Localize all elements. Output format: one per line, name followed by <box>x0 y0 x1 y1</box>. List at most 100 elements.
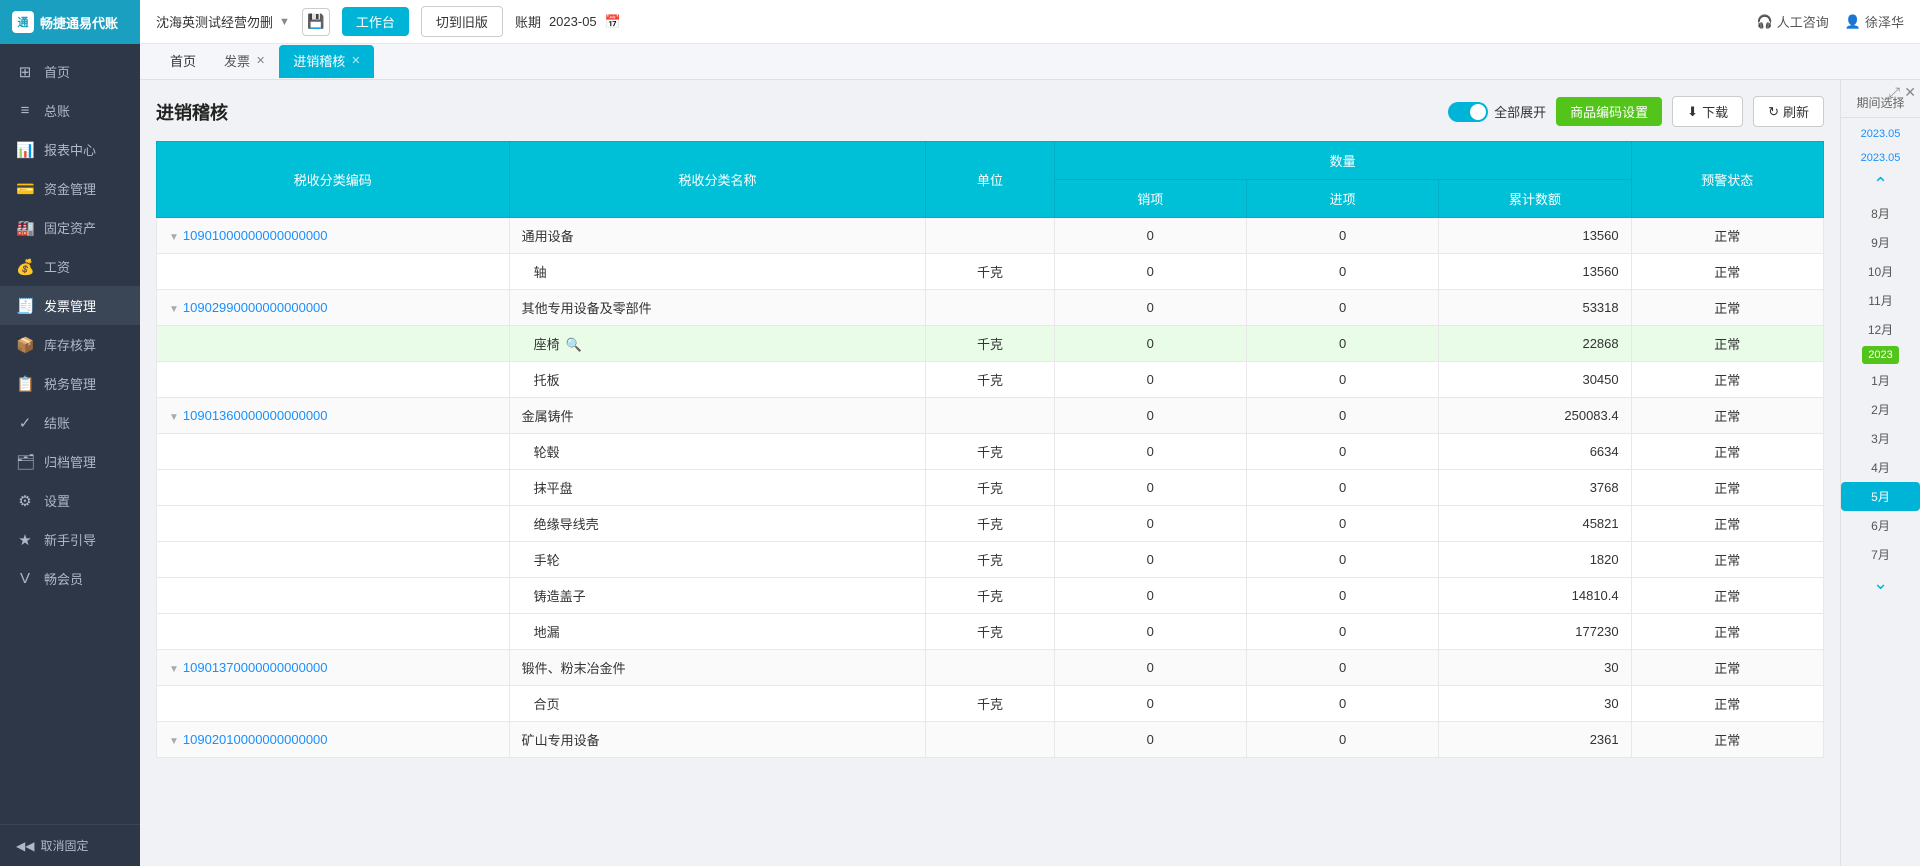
period-4[interactable]: 4月 <box>1841 453 1920 482</box>
sidebar-item-payroll[interactable]: 💰 工资 <box>0 247 140 286</box>
cell-cumulative: 30450 <box>1439 362 1631 398</box>
cell-unit: 千克 <box>926 470 1054 506</box>
tab-invoices-close[interactable]: ✕ <box>256 54 265 67</box>
sidebar-item-assets[interactable]: 🏭 固定资产 <box>0 208 140 247</box>
switch-version-button[interactable]: 切到旧版 <box>421 6 503 37</box>
period-9[interactable]: 9月 <box>1841 228 1920 257</box>
tab-home[interactable]: 首页 <box>156 45 210 78</box>
expand-icon[interactable]: ▼ <box>169 736 179 747</box>
cell-sales: 0 <box>1054 398 1246 434</box>
cell-sales: 0 <box>1054 326 1246 362</box>
sidebar-item-funds[interactable]: 💳 资金管理 <box>0 169 140 208</box>
cell-name: 其他专用设备及零部件 <box>509 290 926 326</box>
period-2[interactable]: 2月 <box>1841 395 1920 424</box>
toggle-knob[interactable] <box>1448 102 1488 122</box>
sidebar-item-reports[interactable]: 📊 报表中心 <box>0 130 140 169</box>
cell-unit: 千克 <box>926 506 1054 542</box>
period-3[interactable]: 3月 <box>1841 424 1920 453</box>
expand-icon[interactable]: ▼ <box>169 304 179 315</box>
table-row: ▼10902010000000000000 矿山专用设备 0 0 2361 正常 <box>157 722 1824 758</box>
period-10[interactable]: 10月 <box>1841 257 1920 286</box>
period-6[interactable]: 6月 <box>1841 511 1920 540</box>
period-8[interactable]: 8月 <box>1841 199 1920 228</box>
col-header-tax-code: 税收分类编码 <box>157 142 510 218</box>
calendar-icon[interactable]: 📅 <box>605 14 621 30</box>
cell-status: 正常 <box>1631 542 1823 578</box>
table-row: 轴 千克 0 0 13560 正常 <box>157 254 1824 290</box>
period-up-arrow[interactable]: ⌃ <box>1841 170 1920 199</box>
cell-unit: 千克 <box>926 254 1054 290</box>
cell-status: 正常 <box>1631 506 1823 542</box>
cell-sales: 0 <box>1054 254 1246 290</box>
expand-icon[interactable]: ▼ <box>169 664 179 675</box>
cell-purchase: 0 <box>1246 614 1438 650</box>
close-panel-button[interactable]: ✕ <box>1904 84 1916 101</box>
period-down-arrow[interactable]: ⌄ <box>1841 569 1920 598</box>
cell-code: ▼10901000000000000000 <box>157 218 510 254</box>
cell-purchase: 0 <box>1246 578 1438 614</box>
period-1[interactable]: 1月 <box>1841 366 1920 395</box>
cell-code <box>157 578 510 614</box>
sidebar-item-settlement[interactable]: ✓ 结账 <box>0 403 140 442</box>
sidebar-item-home[interactable]: ⊞ 首页 <box>0 52 140 91</box>
cell-status: 正常 <box>1631 218 1823 254</box>
expand-icon[interactable]: ▼ <box>169 232 179 243</box>
sidebar-item-ledger[interactable]: ≡ 总账 <box>0 91 140 130</box>
cell-sales: 0 <box>1054 614 1246 650</box>
cell-name: 矿山专用设备 <box>509 722 926 758</box>
sidebar-item-member[interactable]: V 畅会员 <box>0 559 140 598</box>
search-icon[interactable]: 🔍 <box>566 337 582 352</box>
expand-all-toggle[interactable]: 全部展开 <box>1448 102 1546 122</box>
tab-reconcile-close[interactable]: ✕ <box>351 54 360 67</box>
sidebar-label-funds: 资金管理 <box>44 179 96 198</box>
cell-purchase: 0 <box>1246 218 1438 254</box>
user-profile-button[interactable]: 👤 徐泽华 <box>1845 12 1904 31</box>
cell-status: 正常 <box>1631 686 1823 722</box>
sidebar-item-invoices[interactable]: 🧾 发票管理 <box>0 286 140 325</box>
col-header-unit: 单位 <box>926 142 1054 218</box>
cell-unit: 千克 <box>926 614 1054 650</box>
tab-reconcile[interactable]: 进销稽核 ✕ <box>279 45 374 78</box>
cell-purchase: 0 <box>1246 254 1438 290</box>
sidebar-label-archive: 归档管理 <box>44 452 96 471</box>
expand-panel-button[interactable]: ⤢ <box>1889 84 1900 101</box>
right-panel: ✕ ⤢ 期间选择 2023.05 2023.05 ⌃ 8月 9月 10月 11月… <box>1840 80 1920 866</box>
sidebar-item-settings[interactable]: ⚙ 设置 <box>0 481 140 520</box>
period-7[interactable]: 7月 <box>1841 540 1920 569</box>
company-selector[interactable]: 沈海英测试经营勿删 ▼ <box>156 12 290 31</box>
sidebar-item-guide[interactable]: ★ 新手引导 <box>0 520 140 559</box>
table-row: 手轮 千克 0 0 1820 正常 <box>157 542 1824 578</box>
cell-unit: 千克 <box>926 434 1054 470</box>
cell-code <box>157 506 510 542</box>
sidebar: 通 畅捷通易代账 ⊞ 首页 ≡ 总账 📊 报表中心 💳 资金管理 🏭 固定资产 … <box>0 0 140 866</box>
cell-unit: 千克 <box>926 686 1054 722</box>
sidebar-item-archive[interactable]: 🗂 归档管理 <box>0 442 140 481</box>
period-5[interactable]: 5月 <box>1841 482 1920 511</box>
customer-service-button[interactable]: 🎧 人工咨询 <box>1757 12 1829 31</box>
save-button[interactable]: 💾 <box>302 8 330 36</box>
tab-invoices-label: 发票 <box>224 51 250 70</box>
table-row: ▼10902990000000000000 其他专用设备及零部件 0 0 533… <box>157 290 1824 326</box>
sidebar-item-inventory[interactable]: 📦 库存核算 <box>0 325 140 364</box>
sidebar-label-tax: 税务管理 <box>44 374 96 393</box>
period-item-2023-05-top[interactable]: 2023.05 <box>1841 122 1920 146</box>
cell-cumulative: 13560 <box>1439 218 1631 254</box>
workbench-button[interactable]: 工作台 <box>342 7 409 36</box>
tab-invoices[interactable]: 发票 ✕ <box>210 45 279 78</box>
period-12[interactable]: 12月 <box>1841 315 1920 344</box>
cell-purchase: 0 <box>1246 434 1438 470</box>
tab-home-label: 首页 <box>170 51 196 70</box>
cell-code: ▼10902010000000000000 <box>157 722 510 758</box>
period-11[interactable]: 11月 <box>1841 286 1920 315</box>
headset-icon: 🎧 <box>1757 14 1773 30</box>
refresh-button[interactable]: ↻ 刷新 <box>1753 96 1824 127</box>
expand-icon[interactable]: ▼ <box>169 412 179 423</box>
download-button[interactable]: ⬇ 下载 <box>1672 96 1743 127</box>
cell-purchase: 0 <box>1246 506 1438 542</box>
cell-sales: 0 <box>1054 218 1246 254</box>
cell-cumulative: 45821 <box>1439 506 1631 542</box>
sidebar-footer-unpin[interactable]: ◀◀ 取消固定 <box>0 824 140 866</box>
product-code-settings-button[interactable]: 商品编码设置 <box>1556 97 1662 126</box>
sidebar-item-tax[interactable]: 📋 税务管理 <box>0 364 140 403</box>
period-item-2023-05-bot[interactable]: 2023.05 <box>1841 146 1920 170</box>
